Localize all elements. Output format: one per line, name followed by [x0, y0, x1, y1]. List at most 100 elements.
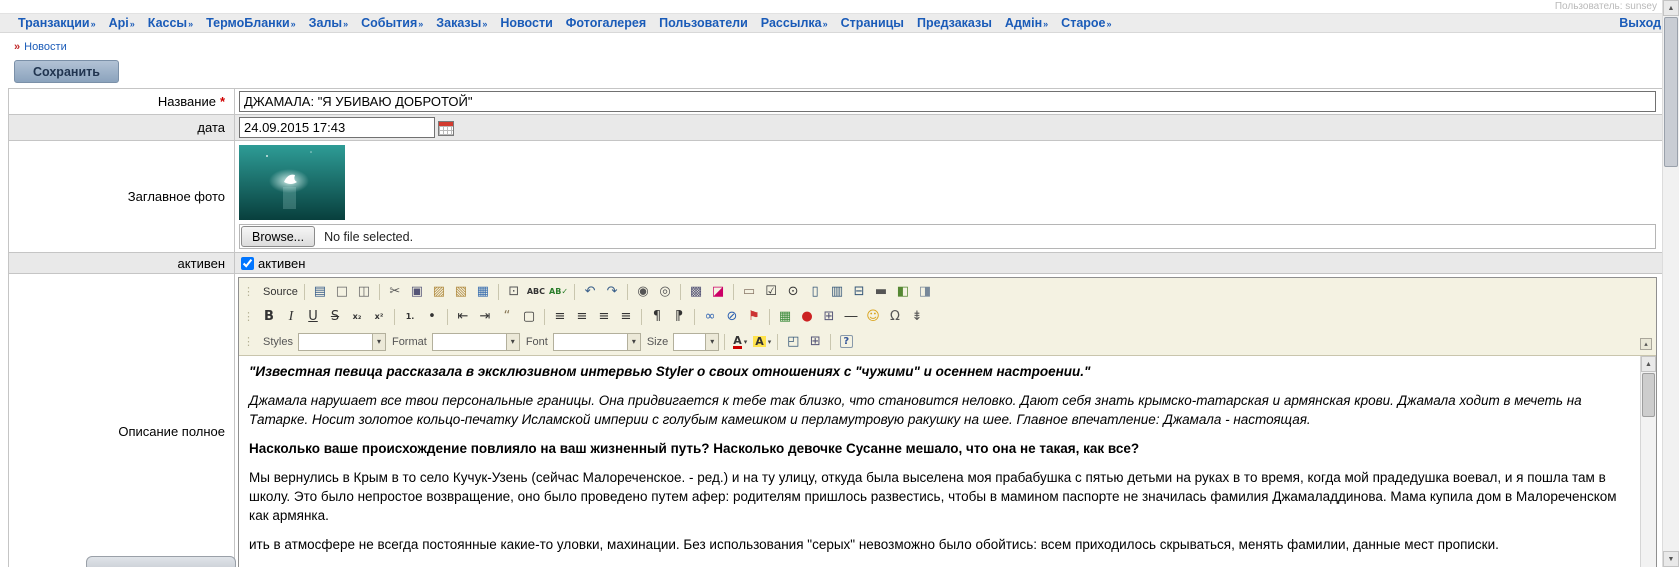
background-color-button[interactable]: A ▾: [752, 332, 772, 352]
create-div-button[interactable]: ▢: [519, 307, 539, 327]
button-button[interactable]: ▬: [871, 282, 891, 302]
menu-item-stranitsy[interactable]: Страницы: [841, 16, 904, 30]
decrease-indent-button[interactable]: ⇤: [453, 307, 473, 327]
editor-scroll-up-icon[interactable]: ▲: [1641, 356, 1656, 373]
bottom-scrollbar-thumb[interactable]: [86, 556, 236, 567]
menu-item-transactions[interactable]: Транзакции»: [18, 16, 96, 30]
editor-scrollbar-thumb[interactable]: [1642, 373, 1655, 418]
align-center-button[interactable]: ≡: [572, 307, 592, 327]
menu-item-rassylka[interactable]: Рассылка»: [761, 16, 828, 30]
preview-button[interactable]: ◫: [354, 282, 374, 302]
paste-from-word-button[interactable]: ▦: [473, 282, 493, 302]
numbered-list-button[interactable]: 1.: [400, 307, 420, 327]
spell-check-button[interactable]: ABC: [526, 282, 546, 302]
page-scroll-down-icon[interactable]: ▼: [1663, 551, 1679, 567]
undo-button[interactable]: ↶: [580, 282, 600, 302]
menu-item-novosti[interactable]: Новости: [500, 16, 552, 30]
superscript-button[interactable]: x²: [369, 307, 389, 327]
paste-as-plain-text-button[interactable]: ▧: [451, 282, 471, 302]
cut-icon: ✂: [389, 284, 401, 300]
horizontal-rule-button[interactable]: ―: [841, 307, 861, 327]
styles-combo-label: Styles: [263, 335, 293, 348]
title-input[interactable]: [239, 91, 1656, 112]
font-combo[interactable]: ▾: [552, 332, 641, 351]
select-all-button[interactable]: ▩: [686, 282, 706, 302]
increase-indent-button[interactable]: ⇥: [475, 307, 495, 327]
cut-button[interactable]: ✂: [385, 282, 405, 302]
paste-button[interactable]: ▨: [429, 282, 449, 302]
page-break-button[interactable]: ⇟: [907, 307, 927, 327]
new-page-button[interactable]: □: [332, 282, 352, 302]
remove-format-button[interactable]: ◪: [708, 282, 728, 302]
menu-item-sobytiya[interactable]: События»: [361, 16, 423, 30]
toolbar-collapse-button[interactable]: ▴: [1640, 338, 1652, 351]
subscript-button[interactable]: x₂: [347, 307, 367, 327]
menu-item-termoblanki[interactable]: ТермоБланки»: [206, 16, 296, 30]
active-checkbox[interactable]: [241, 257, 254, 271]
menu-item-admin[interactable]: Адмін»: [1005, 16, 1048, 30]
date-input[interactable]: [239, 117, 435, 138]
special-character-button[interactable]: Ω: [885, 307, 905, 327]
copy-button[interactable]: ▣: [407, 282, 427, 302]
size-combo[interactable]: ▾: [673, 332, 720, 351]
radio-button-button[interactable]: ⊙: [783, 282, 803, 302]
smiley-button[interactable]: ☺: [863, 307, 883, 327]
menu-item-fotogalereya[interactable]: Фотогалерея: [566, 16, 646, 30]
anchor-button[interactable]: ⚑: [744, 307, 764, 327]
image-button-button[interactable]: ◧: [893, 282, 913, 302]
browse-button[interactable]: Browse...: [241, 226, 316, 247]
menu-item-predzakazy[interactable]: Предзаказы: [917, 16, 992, 30]
menu-item-api[interactable]: Api»: [109, 16, 135, 30]
spell-check-as-you-type-button[interactable]: AB✓: [548, 282, 569, 302]
bulleted-list-button[interactable]: •: [422, 307, 442, 327]
menu-item-staroe[interactable]: Старое»: [1061, 16, 1111, 30]
page-scrollbar[interactable]: ▲ ▼: [1662, 0, 1679, 567]
align-justify-button[interactable]: ≡: [616, 307, 636, 327]
table-button[interactable]: ⊞: [819, 307, 839, 327]
about-button[interactable]: ?: [836, 332, 856, 352]
blockquote-button[interactable]: “: [497, 307, 517, 327]
format-combo[interactable]: ▾: [431, 332, 520, 351]
menu-item-kassy[interactable]: Кассы»: [148, 16, 193, 30]
link-button[interactable]: ∞: [700, 307, 720, 327]
calendar-icon[interactable]: [438, 121, 454, 137]
menu-item-polzovateli[interactable]: Пользователи: [659, 16, 748, 30]
menu-item-zaly[interactable]: Залы»: [309, 16, 348, 30]
textarea-button[interactable]: ▥: [827, 282, 847, 302]
text-direction-ltr-button[interactable]: ¶: [647, 307, 667, 327]
breadcrumb-news-link[interactable]: Новости: [24, 41, 67, 53]
page-scroll-up-icon[interactable]: ▲: [1663, 0, 1679, 16]
align-left-button[interactable]: ≡: [550, 307, 570, 327]
text-field-button[interactable]: ▯: [805, 282, 825, 302]
replace-button[interactable]: ◎: [655, 282, 675, 302]
source-button[interactable]: Source: [259, 282, 299, 302]
italic-button[interactable]: I: [281, 307, 301, 327]
bold-button[interactable]: B: [259, 307, 279, 327]
menu-item-zakazy[interactable]: Заказы»: [436, 16, 487, 30]
hidden-field-button[interactable]: ◨: [915, 282, 935, 302]
logout-link[interactable]: Выход: [1619, 16, 1661, 30]
text-color-button[interactable]: A ▾: [730, 332, 750, 352]
page-scrollbar-thumb[interactable]: [1664, 17, 1678, 167]
save-button[interactable]: ▤: [310, 282, 330, 302]
redo-button[interactable]: ↷: [602, 282, 622, 302]
checkbox-button[interactable]: ☑: [761, 282, 781, 302]
select-field-button[interactable]: ⊟: [849, 282, 869, 302]
maximize-button[interactable]: ◰: [783, 332, 803, 352]
chevron-down-icon: ▾: [767, 338, 772, 346]
form-button[interactable]: ▭: [739, 282, 759, 302]
flash-button[interactable]: ●: [797, 307, 817, 327]
image-button[interactable]: ▦: [775, 307, 795, 327]
show-blocks-button[interactable]: ⊞: [805, 332, 825, 352]
editor-body[interactable]: "Известная певица рассказала в эксклюзив…: [239, 356, 1640, 567]
save-button[interactable]: Сохранить: [14, 60, 119, 83]
unlink-button[interactable]: ⊘: [722, 307, 742, 327]
text-direction-rtl-button[interactable]: ⁋: [669, 307, 689, 327]
strikethrough-button[interactable]: S: [325, 307, 345, 327]
print-button[interactable]: ⊡: [504, 282, 524, 302]
styles-combo[interactable]: ▾: [297, 332, 386, 351]
find-button[interactable]: ◉: [633, 282, 653, 302]
editor-scrollbar[interactable]: ▲: [1640, 356, 1656, 567]
underline-button[interactable]: U: [303, 307, 323, 327]
align-right-button[interactable]: ≡: [594, 307, 614, 327]
